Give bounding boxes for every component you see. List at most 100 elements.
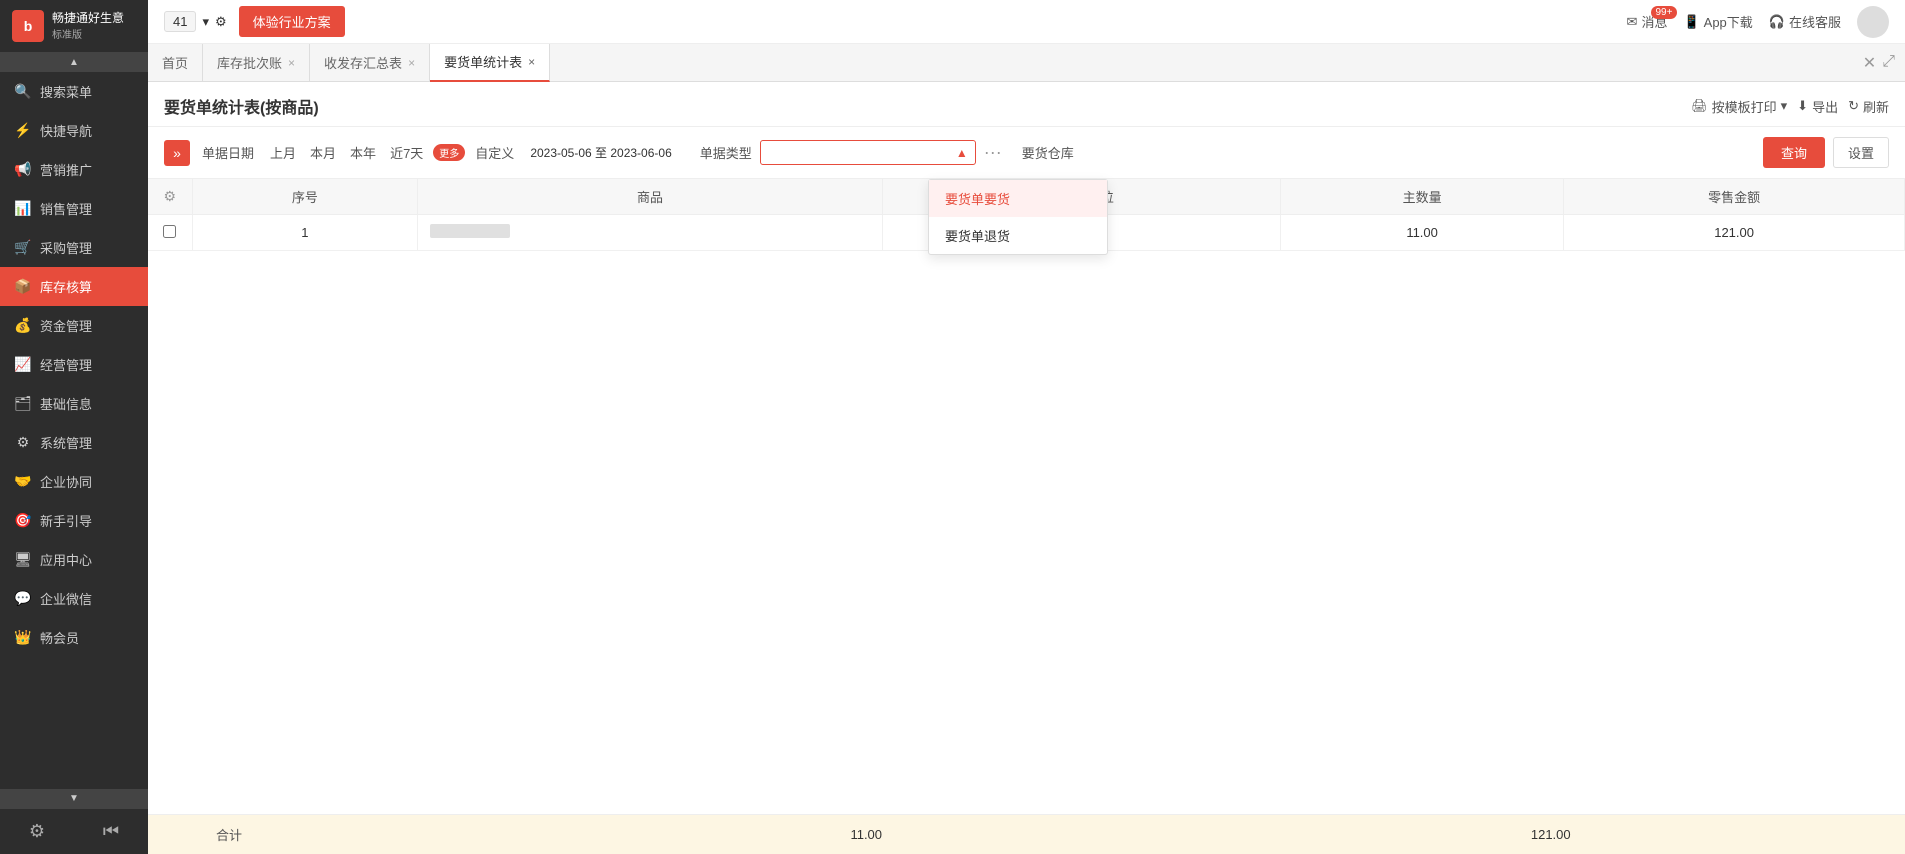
- sidebar-label-wechat: 企业微信: [40, 589, 92, 608]
- sidebar-icon-enterprise: 🤝: [14, 473, 32, 490]
- date-opt-this-month[interactable]: 本月: [306, 141, 340, 164]
- tab-order-stats-label: 要货单统计表: [444, 52, 522, 71]
- sidebar-label-system: 系统管理: [40, 433, 92, 452]
- sidebar-item-appstore[interactable]: 🖥应用中心: [0, 540, 148, 579]
- refresh-btn[interactable]: ↻ 刷新: [1848, 97, 1889, 116]
- print-btn[interactable]: 🖨 按模板打印 ▾: [1691, 97, 1787, 116]
- dropdown-menu: 要货单要货 要货单退货: [928, 179, 1108, 255]
- export-label: 导出: [1812, 97, 1838, 116]
- sidebar-item-finance[interactable]: 💰资金管理: [0, 306, 148, 345]
- header-left: 41 ▾ ⚙ 体验行业方案: [164, 6, 345, 37]
- tab-receive-summary-close[interactable]: ×: [408, 56, 415, 70]
- sidebar-label-inventory: 库存核算: [40, 277, 92, 296]
- sidebar-scroll-up[interactable]: ▲: [0, 53, 148, 72]
- tab-order-stats-close[interactable]: ×: [528, 55, 535, 69]
- refresh-label: 刷新: [1863, 97, 1889, 116]
- online-service-btn[interactable]: 🎧 在线客服: [1769, 12, 1841, 31]
- sidebar-scroll-down[interactable]: ▼: [0, 789, 148, 808]
- sidebar-label-marketing: 营销推广: [40, 160, 92, 179]
- store-dropdown-arrow[interactable]: ▾: [202, 14, 209, 30]
- row-product: [418, 215, 883, 251]
- footer-amount: 121.00: [1209, 827, 1894, 842]
- date-opt-7days[interactable]: 近7天: [386, 141, 427, 164]
- sidebar-item-operations[interactable]: 📈经营管理: [0, 345, 148, 384]
- sidebar: b 畅捷通好生意 标准版 ▲ 🔍搜索菜单⚡快捷导航📢营销推广📊销售管理 🛒 采购管理…: [0, 0, 148, 854]
- tabs-expand-icon[interactable]: ⤢: [1882, 53, 1895, 73]
- footer-quantity: 11.00: [524, 827, 1209, 842]
- page-title: 要货单统计表(按商品): [164, 94, 319, 118]
- sidebar-label-enterprise: 企业协同: [40, 472, 92, 491]
- trial-button[interactable]: 体验行业方案: [239, 6, 345, 37]
- tab-receive-summary[interactable]: 收发存汇总表 ×: [310, 44, 430, 82]
- date-range-text: 2023-05-06 至 2023-06-06: [530, 144, 671, 161]
- page-title-bar: 要货单统计表(按商品) 🖨 按模板打印 ▾ ⬇ 导出 ↻ 刷新: [148, 82, 1905, 127]
- store-selector[interactable]: 41 ▾ ⚙: [164, 11, 227, 32]
- date-opt-last-month[interactable]: 上月: [266, 141, 300, 164]
- row-checkbox[interactable]: [148, 215, 192, 251]
- sidebar-item-sales[interactable]: 📊销售管理: [0, 189, 148, 228]
- sidebar-item-wechat[interactable]: 💬 企业微信: [0, 579, 148, 618]
- sidebar-item-marketing[interactable]: 📢营销推广: [0, 150, 148, 189]
- user-avatar[interactable]: [1857, 6, 1889, 38]
- dropdown-item-order-return[interactable]: 要货单退货: [929, 217, 1107, 254]
- page-content: 要货单统计表(按商品) 🖨 按模板打印 ▾ ⬇ 导出 ↻ 刷新 »: [148, 82, 1905, 854]
- tab-order-stats[interactable]: 要货单统计表 ×: [430, 44, 550, 82]
- export-btn[interactable]: ⬇ 导出: [1797, 97, 1838, 116]
- date-opt-custom[interactable]: 自定义: [471, 141, 518, 164]
- sidebar-item-vip[interactable]: 👑 畅会员: [0, 618, 148, 657]
- sidebar-item-search[interactable]: 🔍搜索菜单: [0, 72, 148, 111]
- sidebar-collapse-icon[interactable]: ⏮: [95, 817, 127, 846]
- tab-inventory-batch-close[interactable]: ×: [288, 56, 295, 70]
- row-check-input[interactable]: [163, 225, 176, 238]
- sidebar-icon-purchase: 🛒: [14, 239, 32, 256]
- sidebar-item-shortcut[interactable]: ⚡快捷导航: [0, 111, 148, 150]
- tab-home[interactable]: 首页: [148, 44, 203, 82]
- sidebar-label-vip: 畅会员: [40, 628, 79, 647]
- tabs-close-all[interactable]: ✕: [1863, 53, 1876, 73]
- sidebar-icon-finance: 💰: [14, 317, 32, 334]
- sidebar-label-shortcut: 快捷导航: [40, 121, 92, 140]
- date-opt-this-year[interactable]: 本年: [346, 141, 380, 164]
- sidebar-item-inventory[interactable]: 📦库存核算: [0, 267, 148, 306]
- order-type-input[interactable]: [760, 140, 976, 165]
- sidebar-icon-vip: 👑: [14, 629, 32, 646]
- filter-expand-button[interactable]: »: [164, 140, 190, 166]
- sidebar-item-guide[interactable]: 🎯 新手引导: [0, 501, 148, 540]
- product-placeholder: [430, 224, 510, 238]
- app-download-btn[interactable]: 📱 App下载: [1683, 12, 1752, 31]
- sidebar-icon-appstore: 🖥: [14, 551, 32, 568]
- table-settings-icon[interactable]: ⚙: [163, 188, 176, 204]
- table-footer: 合计 11.00 121.00: [148, 814, 1905, 854]
- col-product: 商品: [418, 179, 883, 215]
- date-more-badge[interactable]: 更多: [433, 144, 465, 161]
- sidebar-settings-icon[interactable]: ⚙: [21, 817, 53, 846]
- sidebar-icon-wechat: 💬: [14, 590, 32, 607]
- app-logo: b 畅捷通好生意 标准版: [0, 0, 148, 53]
- col-settings[interactable]: ⚙: [148, 179, 192, 215]
- date-label: 单据日期: [202, 143, 254, 162]
- order-type-section: 单据类型 ▲ ···: [700, 140, 1002, 165]
- header-settings-icon[interactable]: ⚙: [215, 14, 227, 30]
- query-button[interactable]: 查询: [1763, 137, 1825, 168]
- header-right: ✉ 消息 99+ 📱 App下载 🎧 在线客服: [1627, 6, 1889, 38]
- messages-btn[interactable]: ✉ 消息 99+: [1627, 12, 1668, 31]
- warehouse-section: 要货仓库: [1022, 143, 1074, 162]
- sidebar-bottom: ⚙ ⏮: [0, 808, 148, 854]
- settings-button[interactable]: 设置: [1833, 137, 1889, 168]
- sidebar-label-purchase: 采购管理: [40, 238, 92, 257]
- sidebar-item-purchase[interactable]: 🛒 采购管理: [0, 228, 148, 267]
- dropdown-item-order-goods[interactable]: 要货单要货: [929, 180, 1107, 217]
- sidebar-item-enterprise[interactable]: 🤝 企业协同: [0, 462, 148, 501]
- tab-inventory-batch[interactable]: 库存批次账 ×: [203, 44, 310, 82]
- sidebar-icon-basic: 🗂: [14, 395, 32, 412]
- refresh-icon: ↻: [1848, 98, 1859, 114]
- sidebar-icon-guide: 🎯: [14, 512, 32, 529]
- sidebar-item-basic[interactable]: 🗂基础信息: [0, 384, 148, 423]
- print-arrow[interactable]: ▾: [1781, 98, 1788, 114]
- warehouse-label: 要货仓库: [1022, 143, 1074, 162]
- sidebar-item-system[interactable]: ⚙系统管理: [0, 423, 148, 462]
- sidebar-label-guide: 新手引导: [40, 511, 92, 530]
- order-type-more[interactable]: ···: [984, 142, 1002, 163]
- sidebar-icon-search: 🔍: [14, 83, 32, 100]
- print-label: 按模板打印: [1712, 97, 1777, 116]
